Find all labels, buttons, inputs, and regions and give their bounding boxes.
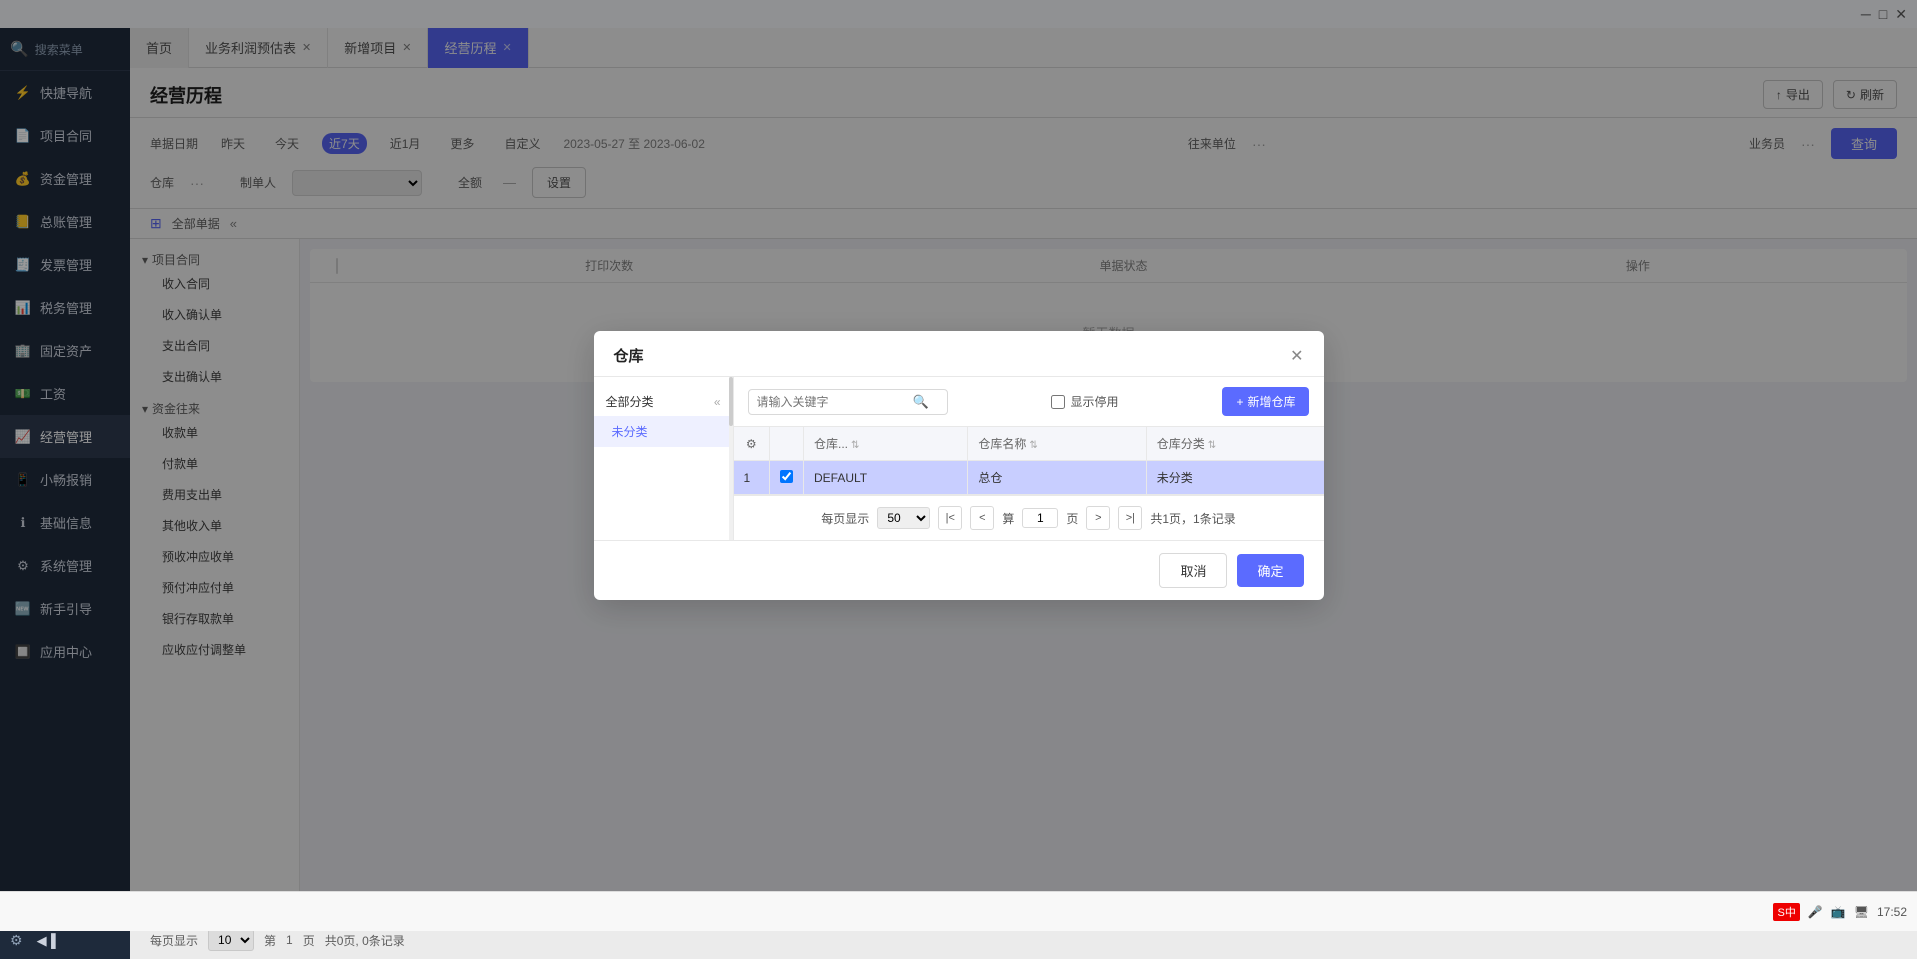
unclassified-label: 未分类 <box>612 425 648 439</box>
taskbar-icon-tv[interactable]: 📺 <box>1831 905 1846 919</box>
collapse-icon[interactable]: « <box>714 395 721 409</box>
bottom-page-suffix: 页 <box>303 932 315 949</box>
first-page-button[interactable]: |< <box>938 506 962 530</box>
plus-icon: + <box>1236 395 1243 409</box>
page-size-label: 每页显示 <box>150 932 198 949</box>
total-info: 共1页，1条记录 <box>1150 510 1235 527</box>
bottom-page-label: 第 <box>264 932 276 949</box>
modal-overlay: 仓库 ✕ 全部分类 « 未分类 <box>0 0 1917 931</box>
next-page-button[interactable]: > <box>1086 506 1110 530</box>
modal-left-panel: 全部分类 « 未分类 <box>594 377 734 540</box>
sidebar-volume-icon[interactable]: ◀▐ <box>37 933 56 949</box>
warehouse-modal: 仓库 ✕ 全部分类 « 未分类 <box>594 331 1324 600</box>
search-icon: 🔍 <box>913 394 929 410</box>
modal-pagination: 每页显示 50 20 100 |< < 算 页 > >| 共1页，1条记录 <box>734 495 1324 540</box>
modal-table: ⚙ 仓库...⇅ 仓库名称⇅ 仓库分类⇅ 1 DEFAULT <box>734 427 1324 495</box>
bottom-page-num: 1 <box>286 933 293 947</box>
th-warehouse-code[interactable]: 仓库...⇅ <box>804 427 968 461</box>
add-warehouse-label: 新增仓库 <box>1247 393 1295 410</box>
row-select[interactable] <box>770 461 804 495</box>
modal-toolbar: 🔍 显示停用 + 新增仓库 <box>734 377 1324 427</box>
page-number-input[interactable] <box>1022 508 1058 528</box>
taskbar-time: 17:52 <box>1877 905 1907 919</box>
all-category-label: 全部分类 <box>606 393 654 410</box>
prev-page-button[interactable]: < <box>970 506 994 530</box>
table-row[interactable]: 1 DEFAULT 总仓 未分类 <box>734 461 1324 495</box>
modal-title: 仓库 <box>614 345 644 366</box>
modal-left-scrollbar <box>729 377 733 540</box>
modal-close-button[interactable]: ✕ <box>1290 346 1303 366</box>
page-label: 算 <box>1002 510 1014 527</box>
add-warehouse-button[interactable]: + 新增仓库 <box>1222 387 1309 416</box>
th-select <box>770 427 804 461</box>
bottom-total-info: 共0页, 0条记录 <box>325 932 405 949</box>
modal-category-header[interactable]: 全部分类 « <box>594 387 733 416</box>
taskbar-icon-monitor[interactable]: 🖥 <box>1854 905 1869 919</box>
taskbar-icon-mic[interactable]: 🎤 <box>1808 905 1823 919</box>
row-name: 总仓 <box>968 461 1146 495</box>
modal-footer: 取消 确定 <box>594 540 1324 600</box>
row-category: 未分类 <box>1146 461 1323 495</box>
modal-search-box[interactable]: 🔍 <box>748 389 948 415</box>
modal-page-size-select[interactable]: 50 20 100 <box>877 507 930 529</box>
th-settings: ⚙ <box>734 427 770 461</box>
bottom-page-size-select[interactable]: 10 20 50 <box>208 929 254 951</box>
taskbar: S中 🎤 📺 🖥 17:52 <box>0 891 1917 931</box>
show-disabled-container: 显示停用 <box>1051 393 1118 410</box>
cancel-button[interactable]: 取消 <box>1159 553 1227 588</box>
sidebar-settings-icon[interactable]: ⚙ <box>10 932 23 949</box>
page-suffix: 页 <box>1066 510 1078 527</box>
row-id: 1 <box>734 461 770 495</box>
modal-body: 全部分类 « 未分类 🔍 <box>594 377 1324 540</box>
modal-search-input[interactable] <box>757 395 907 409</box>
row-code: DEFAULT <box>804 461 968 495</box>
modal-category-unclassified[interactable]: 未分类 <box>594 416 733 447</box>
taskbar-right: S中 🎤 📺 🖥 17:52 <box>1773 903 1907 921</box>
confirm-button[interactable]: 确定 <box>1237 554 1303 587</box>
page-size-prefix: 每页显示 <box>821 510 869 527</box>
th-warehouse-category[interactable]: 仓库分类⇅ <box>1146 427 1323 461</box>
th-warehouse-name[interactable]: 仓库名称⇅ <box>968 427 1146 461</box>
taskbar-icon-s: S中 <box>1773 903 1799 921</box>
show-disabled-label: 显示停用 <box>1070 393 1118 410</box>
modal-left-scrollbar-thumb <box>729 377 733 426</box>
last-page-button[interactable]: >| <box>1118 506 1142 530</box>
modal-header: 仓库 ✕ <box>594 331 1324 377</box>
modal-right-panel: 🔍 显示停用 + 新增仓库 <box>734 377 1324 540</box>
show-disabled-checkbox[interactable] <box>1051 395 1065 409</box>
